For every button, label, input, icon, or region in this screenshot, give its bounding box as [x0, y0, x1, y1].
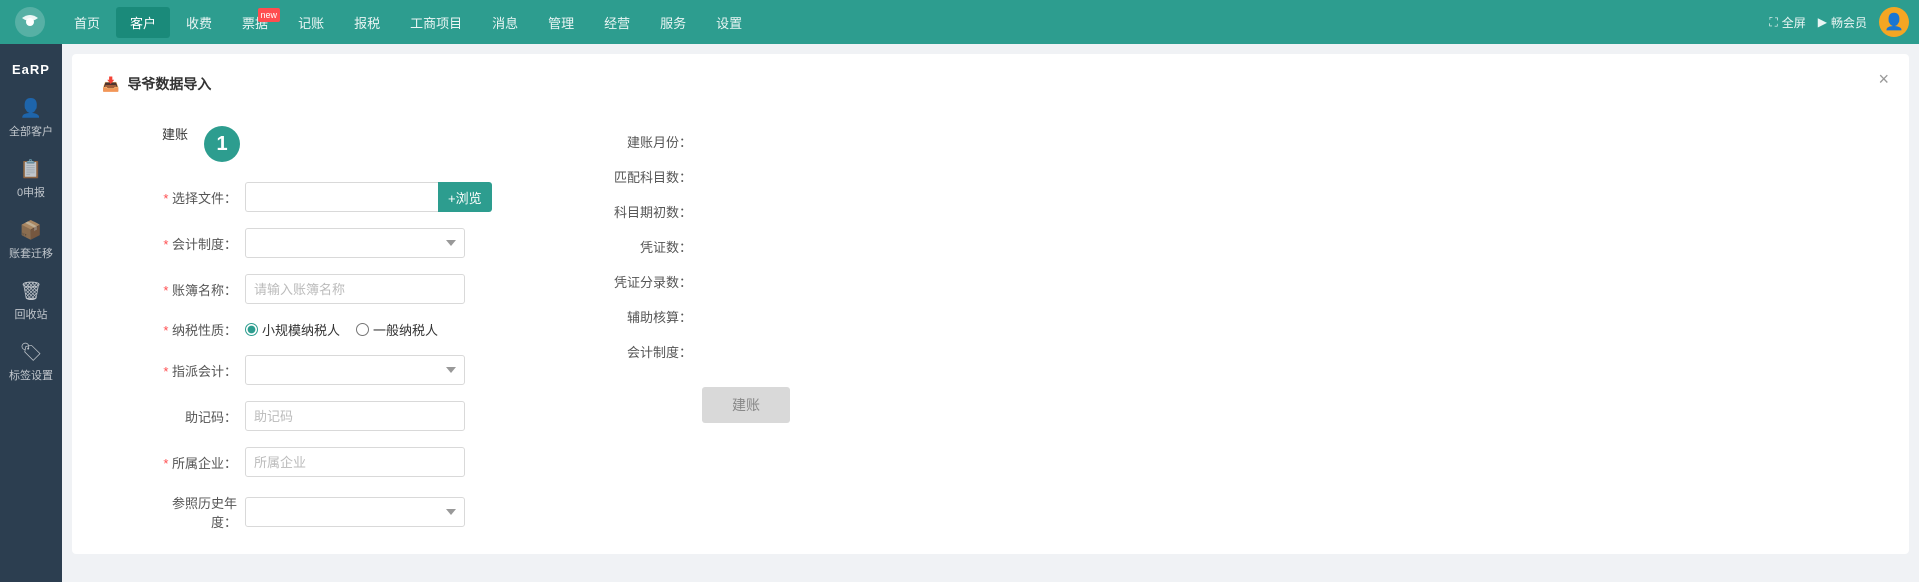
close-button[interactable]: × [1878, 70, 1889, 88]
nav-tax[interactable]: 报税 [340, 7, 394, 38]
nav-fees[interactable]: 收费 [172, 7, 226, 38]
play-icon: ▶ [1818, 15, 1827, 29]
nav-items: 首页 客户 收费 票据 new 记账 报税 工商项目 消息 管理 经营 服务 设… [60, 7, 1769, 38]
nav-manage[interactable]: 管理 [534, 7, 588, 38]
new-badge: new [258, 8, 281, 22]
memo-label: 助记码： [162, 407, 237, 426]
nav-bookkeeping[interactable]: 记账 [284, 7, 338, 38]
import-card: 📥 导爷数据导入 × 建账 1 选择文件： [72, 54, 1909, 554]
fullscreen-button[interactable]: ⛶ 全屏 [1769, 14, 1805, 31]
file-label: 选择文件： [162, 188, 237, 207]
nav-settings[interactable]: 设置 [702, 7, 756, 38]
nav-operation[interactable]: 经营 [590, 7, 644, 38]
ledger-name-input[interactable] [245, 274, 465, 304]
step-label: 建账 [162, 127, 188, 142]
trash-icon: 🗑 [20, 281, 43, 302]
subject-init-label: 科目期初数： [602, 202, 692, 221]
form-left: 建账 1 选择文件： +浏览 [162, 124, 562, 531]
voucher-label: 凭证数： [602, 237, 692, 256]
radio-general-input[interactable] [356, 323, 369, 336]
sidebar-item-zero-declare[interactable]: 📋 0申报 [3, 151, 59, 208]
voucher-row: 凭证数： [602, 237, 882, 256]
nav-tickets[interactable]: 票据 new [228, 7, 282, 38]
radio-small-input[interactable] [245, 323, 258, 336]
tax-radio-group: 小规模纳税人 一般纳税人 [245, 320, 438, 339]
account-system-select[interactable] [245, 228, 465, 258]
fullscreen-icon: ⛶ [1769, 15, 1777, 30]
form-section: 选择文件： +浏览 会计制度： [162, 182, 562, 531]
account-system-row: 会计制度： [162, 228, 562, 258]
ledger-name-row: 账簿名称： [162, 274, 562, 304]
memo-row: 助记码： [162, 401, 562, 431]
step-badge: 1 [204, 126, 240, 162]
aux-account-row: 辅助核算： [602, 307, 882, 326]
customers-icon: 👤 [20, 98, 42, 119]
tag-icon: 🏷 [20, 342, 43, 363]
build-month-label: 建账月份： [602, 132, 692, 151]
avatar[interactable]: 👤 [1879, 7, 1909, 37]
match-subject-label: 匹配科目数： [602, 167, 692, 186]
migrate-icon: 📦 [20, 220, 42, 241]
file-select-row: 选择文件： +浏览 [162, 182, 562, 212]
nav-right: ⛶ 全屏 ▶ 畅会员 👤 [1769, 7, 1909, 37]
match-subject-row: 匹配科目数： [602, 167, 882, 186]
file-input-wrap: +浏览 [245, 182, 465, 212]
account-system-label: 会计制度： [162, 234, 237, 253]
build-month-row: 建账月份： [602, 132, 882, 151]
main-content: 📥 导爷数据导入 × 建账 1 选择文件： [62, 44, 1919, 582]
sidebar-item-tags[interactable]: 🏷 标签设置 [3, 334, 59, 391]
nav-message[interactable]: 消息 [478, 7, 532, 38]
sidebar-item-all-customers[interactable]: 👤 全部客户 [3, 90, 59, 147]
build-account-button[interactable]: 建账 [702, 387, 790, 423]
accountant-select[interactable] [245, 355, 465, 385]
declare-icon: 📋 [20, 159, 42, 180]
card-title: 导爷数据导入 [127, 74, 211, 94]
company-row: 所属企业： [162, 447, 562, 477]
aux-account-label: 辅助核算： [602, 307, 692, 326]
nav-service[interactable]: 服务 [646, 7, 700, 38]
form-right: 建账月份： 匹配科目数： 科目期初数： 凭证数： [602, 124, 882, 531]
nav-customers[interactable]: 客户 [116, 7, 170, 38]
form-area: 建账 1 选择文件： +浏览 [102, 124, 1879, 531]
subject-init-row: 科目期初数： [602, 202, 882, 221]
browse-button[interactable]: +浏览 [438, 182, 492, 212]
nav-bizproject[interactable]: 工商项目 [396, 7, 476, 38]
card-header: 📥 导爷数据导入 [102, 74, 1879, 94]
nav-home[interactable]: 首页 [60, 7, 114, 38]
history-select[interactable] [245, 497, 465, 527]
right-account-system-label: 会计制度： [602, 342, 692, 361]
sidebar-item-account-migrate[interactable]: 📦 账套迁移 [3, 212, 59, 269]
history-row: 参照历史年度： [162, 493, 562, 531]
accountant-row: 指派会计： [162, 355, 562, 385]
radio-general-taxpayer[interactable]: 一般纳税人 [356, 320, 438, 339]
voucher-records-row: 凭证分录数： [602, 272, 882, 291]
import-icon: 📥 [102, 76, 119, 93]
memo-input[interactable] [245, 401, 465, 431]
tax-type-label: 纳税性质： [162, 320, 237, 339]
top-navigation: 首页 客户 收费 票据 new 记账 报税 工商项目 消息 管理 经营 服务 设… [0, 0, 1919, 44]
right-account-system-row: 会计制度： [602, 342, 882, 361]
company-label: 所属企业： [162, 453, 237, 472]
sidebar-logo: EaRP [8, 54, 54, 86]
sidebar-item-recycle[interactable]: 🗑 回收站 [3, 273, 59, 330]
company-input[interactable] [245, 447, 465, 477]
layout: EaRP 👤 全部客户 📋 0申报 📦 账套迁移 🗑 回收站 🏷 标签设置 📥 … [0, 44, 1919, 582]
history-label: 参照历史年度： [162, 493, 237, 531]
radio-small-taxpayer[interactable]: 小规模纳税人 [245, 320, 340, 339]
accountant-label: 指派会计： [162, 361, 237, 380]
ledger-name-label: 账簿名称： [162, 280, 237, 299]
sidebar: EaRP 👤 全部客户 📋 0申报 📦 账套迁移 🗑 回收站 🏷 标签设置 [0, 44, 62, 582]
logo [10, 2, 50, 42]
step-wrapper: 建账 1 [162, 124, 562, 162]
member-button[interactable]: ▶ 畅会员 [1818, 14, 1867, 31]
file-text-input[interactable] [245, 182, 438, 212]
voucher-records-label: 凭证分录数： [602, 272, 692, 291]
tax-type-row: 纳税性质： 小规模纳税人 一般纳税人 [162, 320, 562, 339]
